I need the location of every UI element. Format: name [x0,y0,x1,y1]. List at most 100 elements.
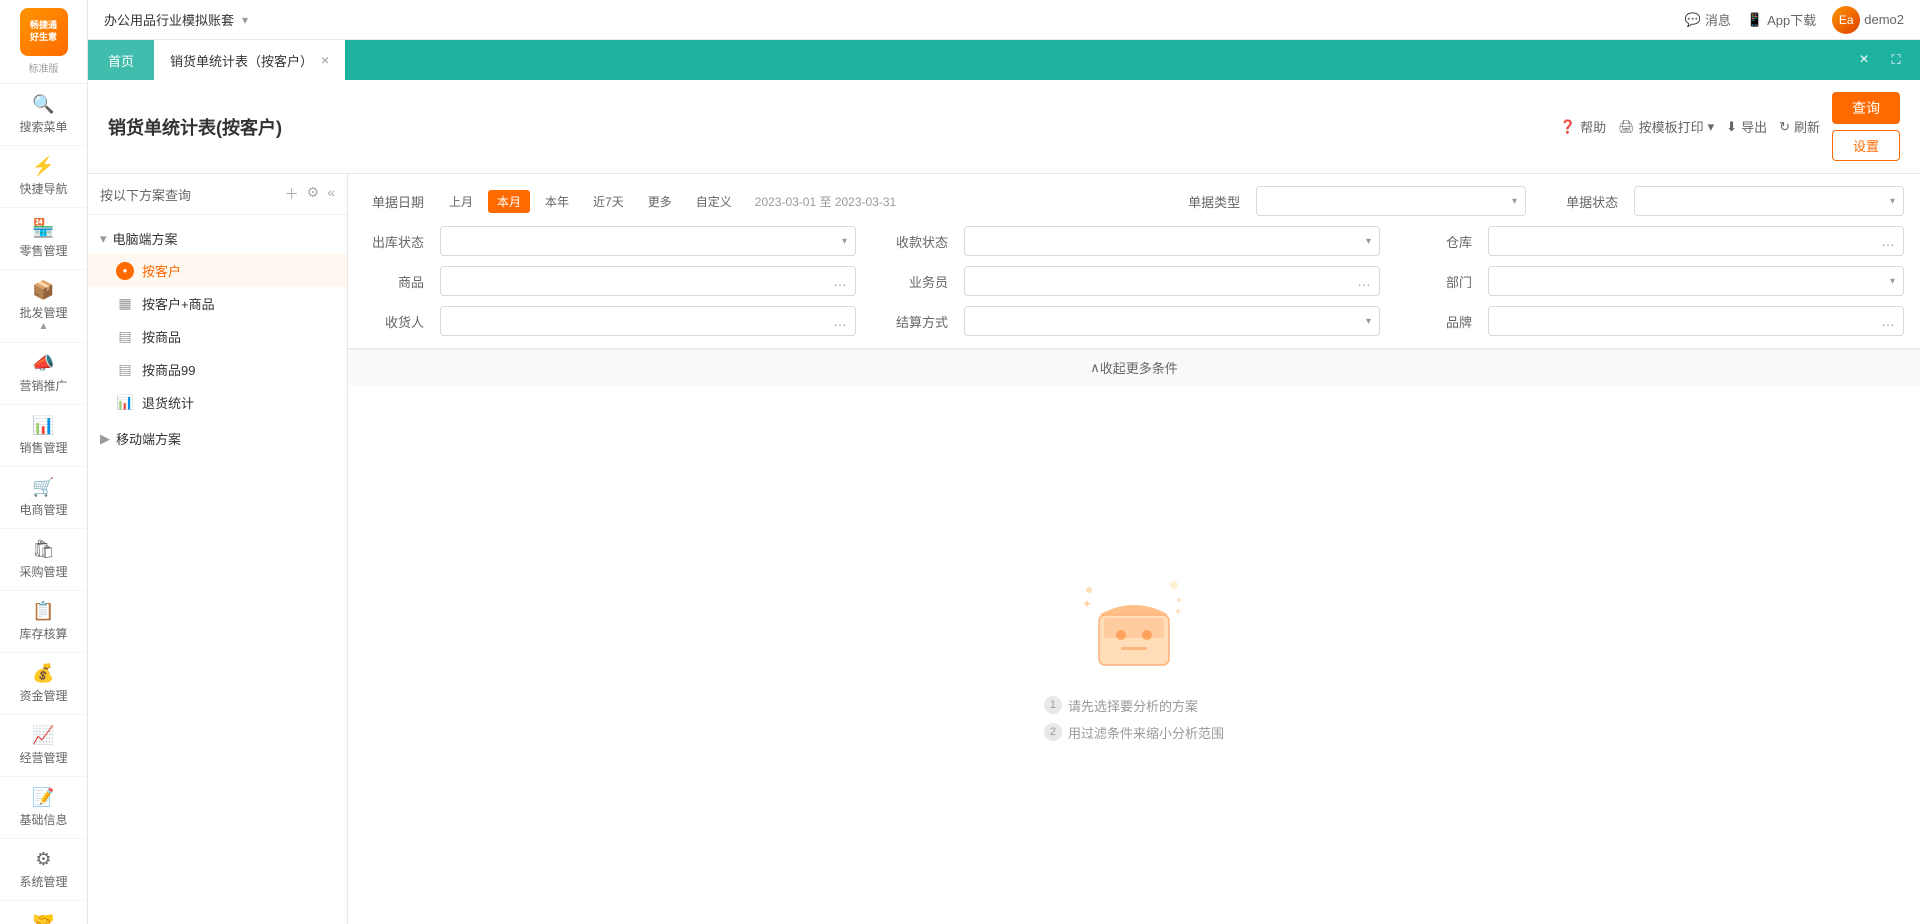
salesperson-select[interactable]: … [964,266,1380,296]
brand-label: 标准版 [29,60,59,75]
user-menu[interactable]: Ea demo2 [1832,6,1904,34]
empty-svg: ✦ ✦ [1074,560,1194,680]
page-header-actions: ❓ 帮助 🖨 按模板打印 ▾ ⬇ 导出 ↻ 刷新 查询 设置 [1560,92,1900,173]
receiver-select[interactable]: … [440,306,856,336]
department-label: 部门 [1412,272,1472,291]
scheme-item-by-customer-product[interactable]: ▦ 按客户+商品 [88,287,347,320]
add-scheme-btn[interactable]: ＋ [285,184,299,204]
basic-info-icon: 📝 [32,787,54,808]
sidebar-item-purchase[interactable]: 🛍 采购管理 [0,529,87,591]
payment-dropdown-arrow: ▾ [1366,236,1371,247]
settings-button[interactable]: 设置 [1832,130,1900,161]
date-more[interactable]: 更多 [639,190,681,213]
salesperson-label: 业务员 [888,272,948,291]
sidebar-item-marketing[interactable]: 📣 营销推广 [0,343,87,405]
empty-hints: 1 请先选择要分析的方案 2 用过滤条件来缩小分析范围 [1044,696,1224,750]
mobile-scheme-group[interactable]: ▶ 移动端方案 [88,423,347,454]
filter-row-4: 收货人 … 结算方式 ▾ 品牌 … [364,306,1904,336]
doc-status-dropdown-arrow: ▾ [1890,196,1895,207]
sidebar-item-enterprise[interactable]: 🤝 企业协同 [0,901,87,924]
sidebar-item-ecommerce[interactable]: 🛒 电商管理 [0,467,87,529]
svg-text:✦: ✦ [1082,597,1092,611]
date-last-month[interactable]: 上月 [440,190,482,213]
salesperson-dots[interactable]: … [1357,273,1371,289]
search-icon: 🔍 [32,94,54,115]
filter-row-3: 商品 … 业务员 … 部门 ▾ [364,266,1904,296]
sidebar-item-retail[interactable]: 🏪 零售管理 [0,208,87,270]
product-dots[interactable]: … [833,273,847,289]
scheme-item-by-customer[interactable]: ● 按客户 [88,254,347,287]
desktop-scheme-group[interactable]: ▾ 电脑端方案 [88,223,347,254]
finance-icon: 💰 [32,663,54,684]
tab-close-icon[interactable]: × [321,52,329,68]
desktop-group-arrow: ▾ [100,231,107,247]
brand-dots[interactable]: … [1881,313,1895,329]
sidebar-item-search[interactable]: 🔍 搜索菜单 [0,84,87,146]
tab-home[interactable]: 首页 [88,40,154,80]
doc-type-select[interactable]: ▾ [1256,186,1526,216]
export-btn[interactable]: ⬇ 导出 [1726,117,1767,136]
maximize-btn[interactable]: ⛶ [1884,48,1908,72]
settlement-select[interactable]: ▾ [964,306,1380,336]
refresh-icon: ↻ [1779,119,1790,135]
minimize-btn[interactable]: × [1852,48,1876,72]
receiver-dots[interactable]: … [833,313,847,329]
date-range-display: 2023-03-01 至 2023-03-31 [755,193,896,210]
sidebar-item-system[interactable]: ⚙ 系统管理 [0,839,87,901]
sidebar-item-operation[interactable]: 📈 经营管理 [0,715,87,777]
collapse-row[interactable]: ∧ 收起更多条件 [348,349,1920,385]
sidebar-item-wholesale[interactable]: 📦 批发管理 ▲ [0,270,87,343]
scheme-section: ▾ 电脑端方案 ● 按客户 ▦ 按客户+商品 ▤ 按商品 ▤ 按商品 [88,215,347,462]
date-custom[interactable]: 自定义 [687,190,741,213]
tab-active[interactable]: 销货单统计表（按客户） × [154,40,345,80]
settlement-label: 结算方式 [888,312,948,331]
message-icon: 💬 [1685,12,1701,28]
empty-hint-1: 1 请先选择要分析的方案 [1044,696,1224,715]
receiver-label: 收货人 [364,312,424,331]
brand-select[interactable]: … [1488,306,1904,336]
ship-dropdown-arrow: ▾ [842,236,847,247]
marketing-icon: 📣 [32,353,54,374]
product-label: 商品 [364,272,424,291]
tabbar-controls: × ⛶ [1852,40,1920,80]
doc-status-select[interactable]: ▾ [1634,186,1904,216]
sidebar-item-inventory[interactable]: 📋 库存核算 [0,591,87,653]
date-this-month[interactable]: 本月 [488,190,530,213]
template-print-btn[interactable]: 🖨 按模板打印 ▾ [1618,117,1714,136]
system-icon: ⚙ [35,849,51,870]
date-last-7days[interactable]: 近7天 [584,190,633,213]
message-btn[interactable]: 💬 消息 [1685,10,1731,29]
warehouse-dots[interactable]: … [1881,233,1895,249]
ship-status-label: 出库状态 [364,232,424,251]
sidebar-item-quick-nav[interactable]: ⚡ 快捷导航 [0,146,87,208]
purchase-icon: 🛍 [32,539,55,560]
sidebar: 畅捷通 好生意 标准版 🔍 搜索菜单 ⚡ 快捷导航 🏪 零售管理 📦 批发管理 … [0,0,88,924]
inventory-icon: 📋 [32,601,54,622]
department-select[interactable]: ▾ [1488,266,1904,296]
retail-icon: 🏪 [32,218,54,239]
scheme-item-returns-stats[interactable]: 📊 退货统计 [88,386,347,419]
sidebar-item-finance[interactable]: 💰 资金管理 [0,653,87,715]
industry-dropdown[interactable]: ▾ [242,13,248,27]
scheme-settings-btn[interactable]: ⚙ [307,184,320,204]
payment-status-select[interactable]: ▾ [964,226,1380,256]
doc-type-dropdown-arrow: ▾ [1512,196,1517,207]
page-title: 销货单统计表(按客户) [108,114,282,152]
wholesale-icon: 📦 [32,280,54,301]
ship-status-select[interactable]: ▾ [440,226,856,256]
app-download-btn[interactable]: 📱 App下载 [1747,10,1816,29]
template-dropdown-arrow: ▾ [1708,119,1715,135]
sidebar-item-sales[interactable]: 📊 销售管理 [0,405,87,467]
scheme-item-by-product99[interactable]: ▤ 按商品99 [88,353,347,386]
product-select[interactable]: … [440,266,856,296]
date-this-year[interactable]: 本年 [536,190,578,213]
sidebar-item-basic-info[interactable]: 📝 基础信息 [0,777,87,839]
refresh-btn[interactable]: ↻ 刷新 [1779,117,1820,136]
help-btn[interactable]: ❓ 帮助 [1560,117,1606,136]
scheme-item-by-product[interactable]: ▤ 按商品 [88,320,347,353]
query-button[interactable]: 查询 [1832,92,1900,124]
date-shortcuts: 上月 本月 本年 近7天 更多 自定义 2023-03-01 至 2023-03… [440,190,896,213]
panel-collapse-btn[interactable]: « [327,184,335,204]
svg-text:✦: ✦ [1174,607,1182,618]
warehouse-select[interactable]: … [1488,226,1904,256]
